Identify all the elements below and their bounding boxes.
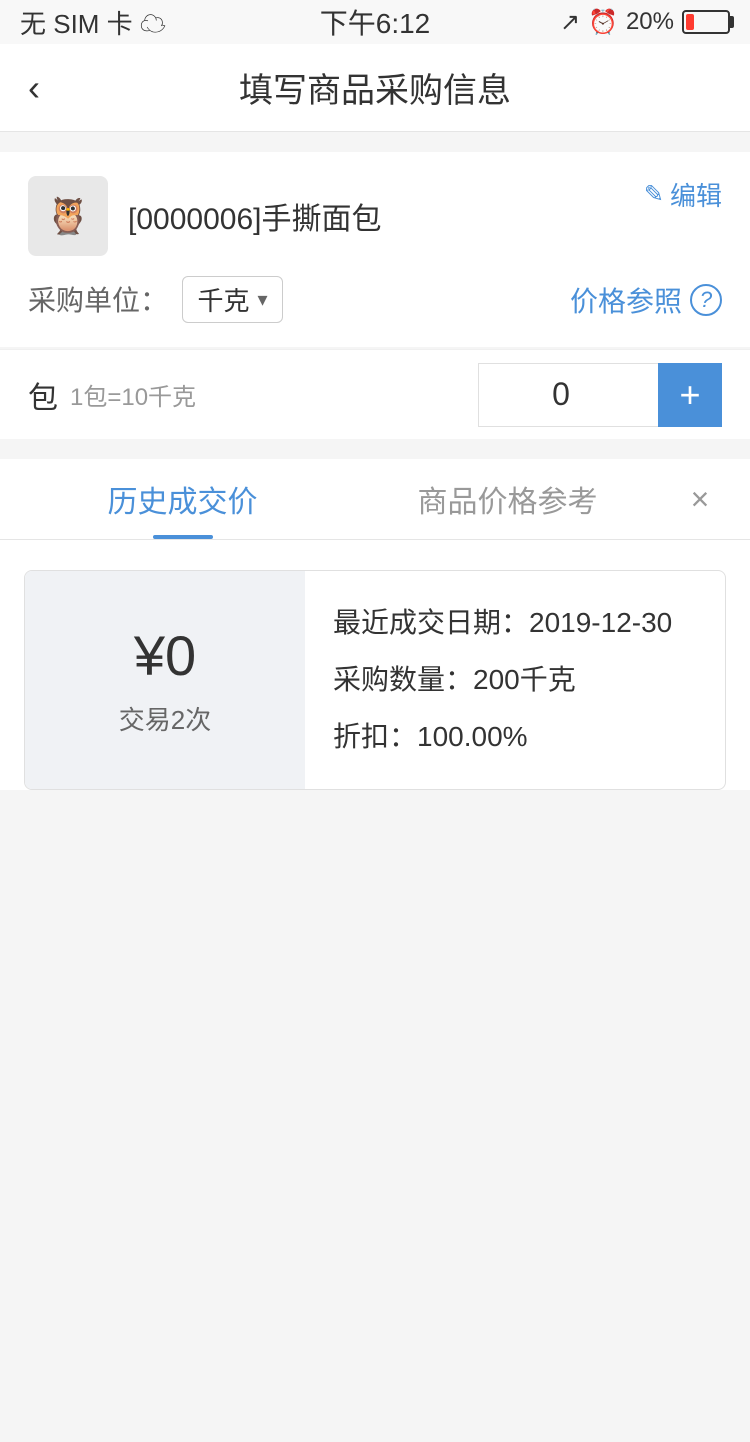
unit-label: 采购单位： xyxy=(28,285,168,316)
page-title: 填写商品采购信息 xyxy=(239,63,511,112)
product-unit-row: 采购单位： 千克 ▾ 价格参照 ? xyxy=(28,276,722,323)
product-card: 🦉 ¥[0000006]手撕面包 ✎ 编辑 采购单位： 千克 ▾ 价格参照 xyxy=(0,152,750,347)
quantity-plus-button[interactable]: + xyxy=(658,363,722,427)
discount-row: 折扣：100.00% xyxy=(333,717,697,756)
product-thumbnail: 🦉 xyxy=(28,176,108,256)
qty-conversion: 1包=10千克 xyxy=(70,377,196,412)
edit-icon: ✎ xyxy=(644,180,664,209)
unit-selector-group: 采购单位： 千克 ▾ xyxy=(28,276,283,323)
tabs-close-button[interactable]: × xyxy=(670,459,730,539)
quantity-label: 包 1包=10千克 xyxy=(28,373,196,417)
product-name: ¥[0000006]手撕面包 xyxy=(128,194,381,238)
status-bar: 无 SIM 卡 ☁ 下午6:12 ↗ ⏰ 20% xyxy=(0,0,750,44)
carrier-text: 无 SIM 卡 ☁ xyxy=(20,4,166,41)
status-right: ↗ ⏰ 20% xyxy=(560,8,730,37)
tab-history-price[interactable]: 历史成交价 xyxy=(20,459,345,539)
price-transactions: 交易2次 xyxy=(119,700,211,737)
close-icon: × xyxy=(691,481,710,518)
product-left: 🦉 ¥[0000006]手撕面包 xyxy=(28,176,381,256)
qty-unit: 包 xyxy=(28,373,58,417)
back-button[interactable]: ‹ xyxy=(28,67,40,109)
price-card: ¥0 交易2次 最近成交日期：2019-12-30 采购数量：200千克 折扣：… xyxy=(24,570,726,790)
battery-percent: 20% xyxy=(626,8,674,36)
unit-select[interactable]: 千克 ▾ xyxy=(182,276,282,323)
quantity-section: 包 1包=10千克 + xyxy=(0,349,750,439)
tabs-container: 历史成交价 商品价格参考 × ¥0 交易2次 最近成交日期：2019-12-30 xyxy=(0,459,750,790)
main-content: 🦉 ¥[0000006]手撕面包 ✎ 编辑 采购单位： 千克 ▾ 价格参照 xyxy=(0,152,750,1442)
time-text: 下午6:12 xyxy=(320,2,431,42)
price-value: ¥0 xyxy=(134,623,196,688)
purchase-quantity-row: 采购数量：200千克 xyxy=(333,660,697,699)
battery-icon xyxy=(682,10,730,34)
price-left-panel: ¥0 交易2次 xyxy=(25,571,305,789)
price-ref-info-icon: ? xyxy=(690,284,722,316)
price-ref-button[interactable]: 价格参照 ? xyxy=(570,280,722,320)
nav-bar: ‹ 填写商品采购信息 xyxy=(0,44,750,132)
gps-icon: ↗ xyxy=(560,8,580,37)
product-header: 🦉 ¥[0000006]手撕面包 ✎ 编辑 xyxy=(28,176,722,256)
quantity-input[interactable] xyxy=(478,363,658,427)
tab-price-ref[interactable]: 商品价格参考 xyxy=(345,459,670,539)
price-right-panel: 最近成交日期：2019-12-30 采购数量：200千克 折扣：100.00% xyxy=(305,571,725,789)
product-image-placeholder: 🦉 xyxy=(46,195,91,237)
tabs-header: 历史成交价 商品价格参考 × xyxy=(0,459,750,540)
alarm-icon: ⏰ xyxy=(588,8,618,37)
recent-date-row: 最近成交日期：2019-12-30 xyxy=(333,603,697,642)
edit-button[interactable]: ✎ 编辑 xyxy=(644,176,722,213)
currency-symbol: ¥ xyxy=(134,624,165,687)
quantity-input-group: + xyxy=(478,363,722,427)
unit-dropdown-arrow: ▾ xyxy=(257,287,267,312)
